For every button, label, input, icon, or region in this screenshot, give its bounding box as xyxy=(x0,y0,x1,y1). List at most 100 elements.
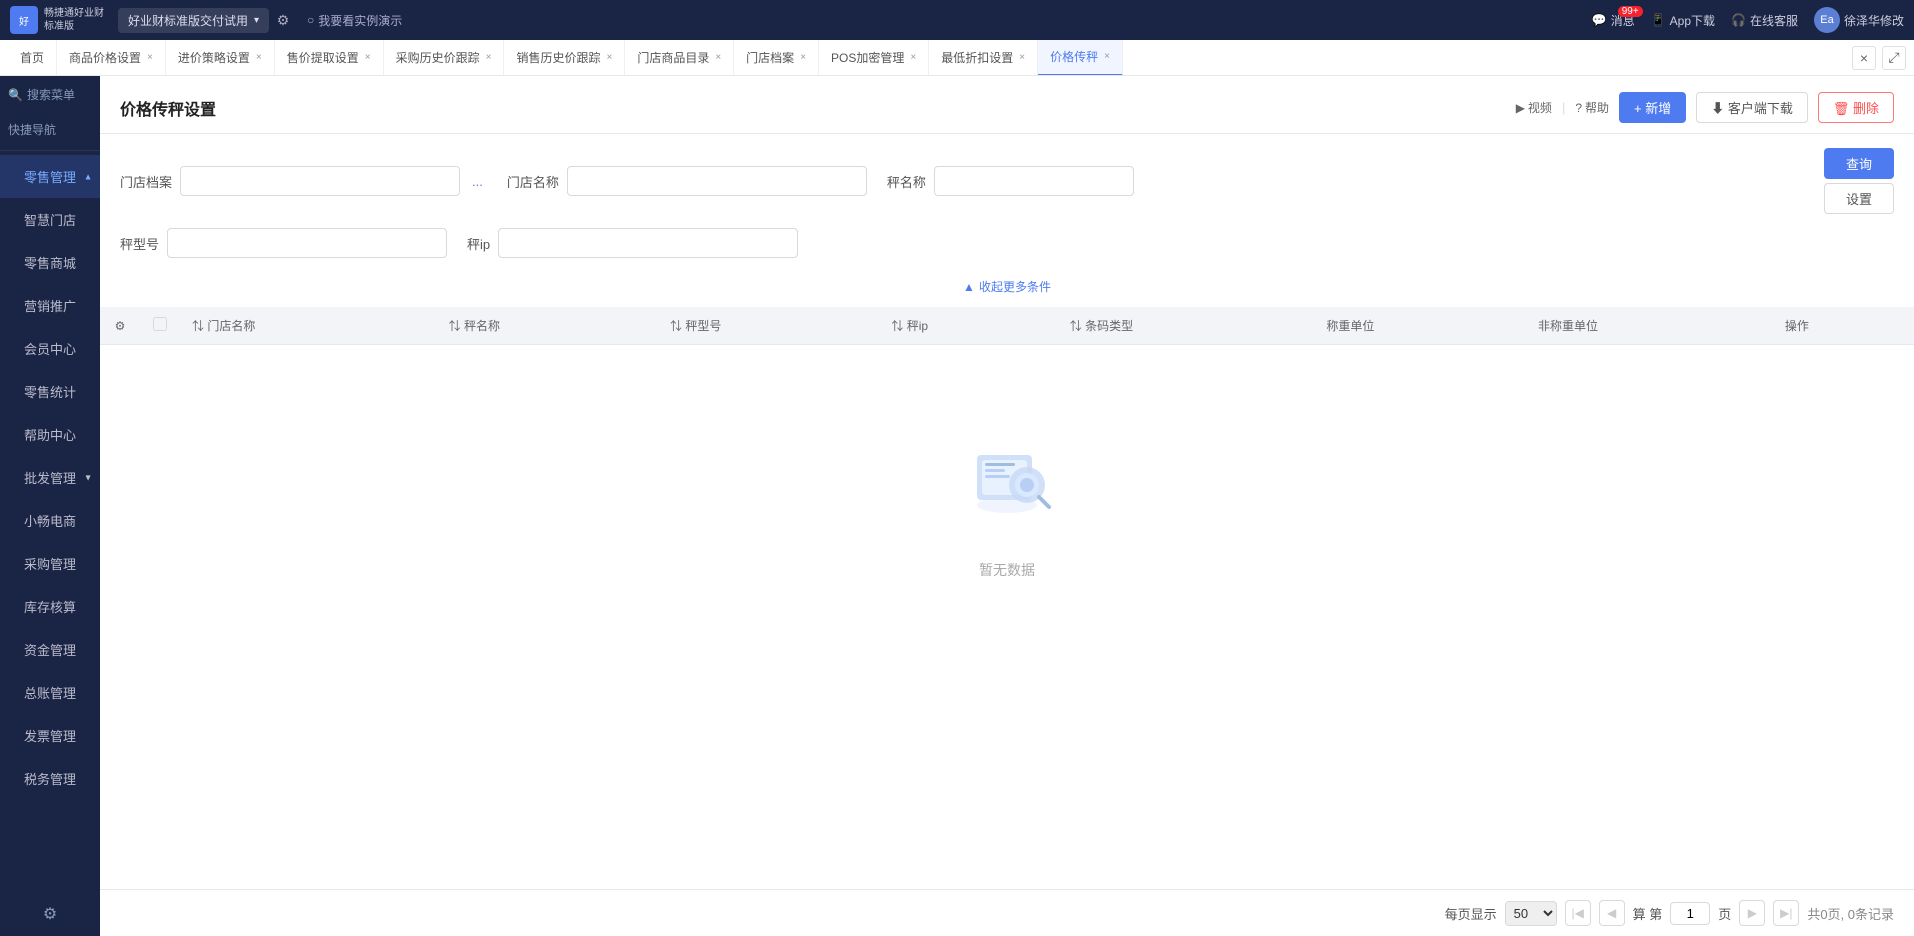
online-service-button[interactable]: 🎧 在线客服 xyxy=(1731,12,1798,29)
tab-sales-history[interactable]: 销售历史价跟踪 × xyxy=(504,40,625,76)
tab-label: 售价提取设置 xyxy=(287,49,359,66)
logo-icon: 好 xyxy=(10,6,38,34)
close-icon[interactable]: × xyxy=(1104,51,1110,62)
tab-store-catalog[interactable]: 门店商品目录 × xyxy=(625,40,734,76)
collapse-icon: ▲ xyxy=(963,280,975,294)
sidebar-settings-button[interactable]: ⚙ xyxy=(0,892,100,936)
close-icon[interactable]: × xyxy=(486,52,492,63)
sidebar-item-help[interactable]: 帮助中心 xyxy=(0,413,100,456)
help-label: 帮助 xyxy=(1585,99,1609,116)
store-file-label: 门店档案 xyxy=(120,172,172,191)
sidebar-item-smart-store[interactable]: 智慧门店 xyxy=(0,198,100,241)
delete-button[interactable]: 🗑 删除 xyxy=(1818,92,1894,123)
sidebar-item-label: 零售商城 xyxy=(24,253,76,272)
store-name-input[interactable] xyxy=(567,166,867,196)
sidebar-search[interactable]: 🔍 搜索菜单 xyxy=(0,76,100,113)
tab-home[interactable]: 首页 xyxy=(8,40,57,76)
page-number-input[interactable] xyxy=(1670,902,1710,925)
page-size-select[interactable]: 50 20 100 xyxy=(1505,901,1557,926)
th-barcode-type: ⇅ 条码类型 xyxy=(1058,307,1315,345)
sidebar-item-retail-mall[interactable]: 零售商城 xyxy=(0,241,100,284)
main-layout: 🔍 搜索菜单 快捷导航 零售管理 ▲ 智慧门店 零售商城 营销推广 会员中心 零… xyxy=(0,76,1914,936)
app-download-button[interactable]: 📱 App下载 xyxy=(1651,12,1715,29)
scale-model-label: 秤型号 xyxy=(120,234,159,253)
tab-purchase-strategy[interactable]: 进价策略设置 × xyxy=(166,40,275,76)
close-icon[interactable]: × xyxy=(606,52,612,63)
sidebar-item-marketing[interactable]: 营销推广 xyxy=(0,284,100,327)
collapse-button[interactable]: ▲ 收起更多条件 xyxy=(120,272,1894,307)
close-icon[interactable]: × xyxy=(715,52,721,63)
th-scale-name-label: ⇅ 秤名称 xyxy=(449,319,500,333)
topbar-settings-button[interactable]: ⚙ xyxy=(269,6,297,34)
tab-label: 价格传秤 xyxy=(1050,48,1098,65)
sidebar-item-tax[interactable]: 税务管理 xyxy=(0,757,100,800)
tab-label: 门店商品目录 xyxy=(637,49,709,66)
message-button[interactable]: 💬 消息 99+ xyxy=(1592,12,1635,29)
close-tab-button[interactable]: × xyxy=(1852,46,1876,70)
tab-price-scale[interactable]: 价格传秤 × xyxy=(1038,40,1123,76)
topbar-right: 💬 消息 99+ 📱 App下载 🎧 在线客服 Ea 徐泽华修改 xyxy=(1592,7,1904,33)
expand-tab-button[interactable]: ⤢ xyxy=(1882,46,1906,70)
filter-store-file: 门店档案 ... xyxy=(120,166,487,196)
sidebar-item-label: 会员中心 xyxy=(24,339,76,358)
store-file-input[interactable] xyxy=(180,166,460,196)
th-scale-ip: ⇅ 秤ip xyxy=(879,307,1057,345)
video-link[interactable]: ▶ 视频 xyxy=(1516,99,1552,116)
tab-min-discount[interactable]: 最低折扣设置 × xyxy=(929,40,1038,76)
sidebar-item-member[interactable]: 会员中心 xyxy=(0,327,100,370)
tab-label: POS加密管理 xyxy=(831,49,904,66)
close-icon[interactable]: × xyxy=(1019,52,1025,63)
tab-price-extract[interactable]: 售价提取设置 × xyxy=(275,40,384,76)
next-page-button[interactable]: ▶ xyxy=(1739,900,1765,926)
sidebar-item-retail-stats[interactable]: 零售统计 xyxy=(0,370,100,413)
scale-ip-input[interactable] xyxy=(498,228,798,258)
tab-product-price[interactable]: 商品价格设置 × xyxy=(57,40,166,76)
prev-page-button[interactable]: ◀ xyxy=(1599,900,1625,926)
question-icon: ? xyxy=(1575,101,1582,115)
page-suffix-label: 页 xyxy=(1718,904,1731,923)
sidebar-divider xyxy=(0,150,100,151)
sidebar-item-wholesale[interactable]: 批发管理 ▼ xyxy=(0,456,100,499)
tab-purchase-history[interactable]: 采购历史价跟踪 × xyxy=(384,40,505,76)
th-barcode-label: ⇅ 条码类型 xyxy=(1070,319,1133,333)
close-icon[interactable]: × xyxy=(365,52,371,63)
first-page-button[interactable]: |◀ xyxy=(1565,900,1591,926)
scale-model-input[interactable] xyxy=(167,228,447,258)
last-page-button[interactable]: ▶| xyxy=(1773,900,1799,926)
user-name: 徐泽华修改 xyxy=(1844,12,1904,29)
sidebar-item-purchase[interactable]: 采购管理 xyxy=(0,542,100,585)
ellipsis-button[interactable]: ... xyxy=(468,174,487,189)
download-button[interactable]: ⬇ 客户端下载 xyxy=(1696,92,1808,123)
th-settings: ⚙ xyxy=(100,307,140,345)
user-profile-button[interactable]: Ea 徐泽华修改 xyxy=(1814,7,1904,33)
add-button[interactable]: + 新增 xyxy=(1619,92,1686,123)
close-icon[interactable]: × xyxy=(147,52,153,63)
play-icon: ▶ xyxy=(1516,101,1525,115)
sidebar-shortcut[interactable]: 快捷导航 xyxy=(0,113,100,146)
query-button[interactable]: 查询 xyxy=(1824,148,1894,179)
sidebar-item-ecommerce[interactable]: 小畅电商 xyxy=(0,499,100,542)
sidebar-item-ledger[interactable]: 总账管理 xyxy=(0,671,100,714)
version-selector[interactable]: 好业财标准版交付试用 ▾ xyxy=(118,8,269,33)
sidebar-item-finance[interactable]: 资金管理 xyxy=(0,628,100,671)
sidebar-item-retail[interactable]: 零售管理 ▲ xyxy=(0,155,100,198)
select-all-checkbox[interactable] xyxy=(153,317,167,331)
tab-pos-security[interactable]: POS加密管理 × xyxy=(819,40,929,76)
setup-button[interactable]: 设置 xyxy=(1824,183,1894,214)
tab-store-file[interactable]: 门店档案 × xyxy=(734,40,819,76)
nav-tabs-bar: 首页 商品价格设置 × 进价策略设置 × 售价提取设置 × 采购历史价跟踪 × … xyxy=(0,40,1914,76)
sidebar-item-inventory[interactable]: 库存核算 xyxy=(0,585,100,628)
close-icon[interactable]: × xyxy=(910,52,916,63)
th-action: 操作 xyxy=(1773,307,1914,345)
scale-name-input[interactable] xyxy=(934,166,1134,196)
close-icon[interactable]: × xyxy=(256,52,262,63)
message-badge: 99+ xyxy=(1618,6,1643,17)
th-scale-name: ⇅ 秤名称 xyxy=(437,307,658,345)
column-settings-icon[interactable]: ⚙ xyxy=(115,319,126,333)
demo-link[interactable]: 我要看实例演示 xyxy=(307,12,402,29)
close-icon[interactable]: × xyxy=(800,52,806,63)
avatar-text: Ea xyxy=(1820,14,1833,26)
sidebar-item-invoice[interactable]: 发票管理 xyxy=(0,714,100,757)
help-link[interactable]: ? 帮助 xyxy=(1575,99,1609,116)
th-weight-label: 称重单位 xyxy=(1326,319,1374,333)
